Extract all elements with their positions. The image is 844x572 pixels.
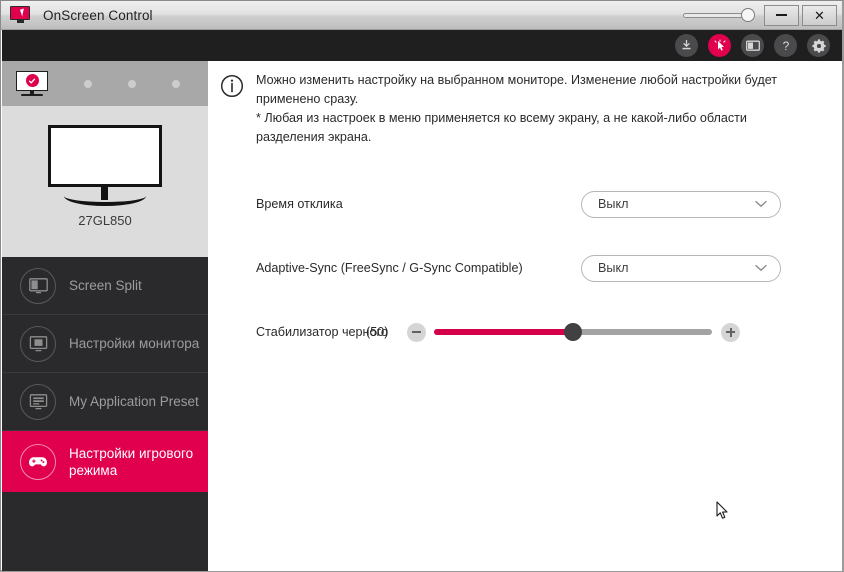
monitor-settings-icon <box>20 325 56 362</box>
mouse-cursor <box>716 501 730 521</box>
info-text-line1: Можно изменить настройку на выбранном мо… <box>256 73 778 87</box>
gamepad-icon <box>20 443 56 480</box>
opacity-slider-knob[interactable] <box>741 8 755 22</box>
adaptive-sync-value: Выкл <box>598 261 629 275</box>
sidebar-item-label: Screen Split <box>69 278 142 293</box>
chevron-down-icon <box>755 195 767 213</box>
info-banner: Можно изменить настройку на выбранном мо… <box>208 61 842 147</box>
sidebar-item-label: Настройки монитора <box>69 336 200 351</box>
info-text-line4: разделения экрана. <box>256 130 372 144</box>
black-stabilizer-value: (50) <box>366 325 389 339</box>
info-text-line2: применено сразу. <box>256 92 359 106</box>
application-preset-icon <box>20 383 56 420</box>
plus-icon-v <box>729 327 732 337</box>
sidebar-item-label-line2: режима <box>69 462 118 478</box>
minimize-icon <box>776 14 787 16</box>
setting-row-black-stabilizer: Стабилизатор черного (50) <box>208 317 842 347</box>
help-icon[interactable]: ? <box>774 34 797 57</box>
decrease-button[interactable] <box>407 322 426 342</box>
increase-button[interactable] <box>721 322 740 342</box>
sidebar-item-label-line1: Настройки игрового <box>69 445 194 461</box>
sidebar-item-label: Настройки игрового режима <box>69 445 193 479</box>
settings-gear-icon[interactable] <box>807 34 830 57</box>
setting-row-response-time: Время отклика Выкл <box>208 189 842 219</box>
monitor-slot-dot-2[interactable] <box>84 79 92 88</box>
sidebar-item-screen-split[interactable]: Screen Split <box>2 257 208 315</box>
monitor-slot-dot-4[interactable] <box>172 79 180 88</box>
monitor-preview: 27GL850 <box>2 106 208 257</box>
onscreen-control-window: OnScreen Control ✕ ? 27GL850 Screen Spli… <box>0 0 844 572</box>
title-bar: OnScreen Control ✕ <box>1 1 842 30</box>
main-content: Можно изменить настройку на выбранном мо… <box>208 61 842 571</box>
monitor-slot-dot-3[interactable] <box>128 79 136 88</box>
download-update-icon[interactable] <box>675 34 698 57</box>
monitor-illustration <box>48 125 162 208</box>
app-toolbar: ? <box>2 30 842 61</box>
selected-check-icon <box>25 74 39 87</box>
minus-icon <box>412 331 421 333</box>
black-stabilizer-slider[interactable] <box>434 323 712 341</box>
close-icon: ✕ <box>814 7 825 23</box>
monitor-icon[interactable] <box>741 34 764 57</box>
cursor-icon[interactable] <box>708 34 731 57</box>
monitor-selector-bar <box>2 61 208 106</box>
close-button[interactable]: ✕ <box>802 4 837 26</box>
screen-split-icon <box>20 267 56 304</box>
window-title: OnScreen Control <box>43 7 153 23</box>
svg-text:?: ? <box>782 39 789 53</box>
opacity-slider-track <box>683 13 749 18</box>
title-bar-controls: ✕ <box>683 1 842 29</box>
sidebar-item-monitor-settings[interactable]: Настройки монитора <box>2 315 208 373</box>
app-monitor-cursor-icon <box>10 6 32 24</box>
monitor-model-name: 27GL850 <box>78 213 132 228</box>
info-text-line3: * Любая из настроек в меню применяется к… <box>256 111 747 125</box>
minimize-button[interactable] <box>764 4 799 26</box>
setting-row-adaptive-sync: Adaptive-Sync (FreeSync / G-Sync Compati… <box>208 253 842 283</box>
sidebar: 27GL850 Screen Split Настройки монитора … <box>2 61 208 571</box>
sidebar-item-label: My Application Preset <box>69 394 199 409</box>
info-text: Можно изменить настройку на выбранном мо… <box>256 71 777 147</box>
slider-fill <box>434 329 573 335</box>
sidebar-item-my-application-preset[interactable]: My Application Preset <box>2 373 208 431</box>
response-time-label: Время отклика <box>256 197 343 211</box>
monitor-tab-selected[interactable] <box>16 70 48 97</box>
slider-thumb[interactable] <box>564 323 582 341</box>
response-time-value: Выкл <box>598 197 629 211</box>
info-icon <box>220 74 244 147</box>
sidebar-item-game-mode-settings[interactable]: Настройки игрового режима <box>2 431 208 492</box>
adaptive-sync-dropdown[interactable]: Выкл <box>581 254 781 282</box>
sidebar-nav: Screen Split Настройки монитора My Appli… <box>2 257 208 492</box>
chevron-down-icon <box>755 259 767 277</box>
adaptive-sync-label: Adaptive-Sync (FreeSync / G-Sync Compati… <box>256 261 523 275</box>
response-time-dropdown[interactable]: Выкл <box>581 190 781 218</box>
opacity-slider[interactable] <box>683 7 755 23</box>
